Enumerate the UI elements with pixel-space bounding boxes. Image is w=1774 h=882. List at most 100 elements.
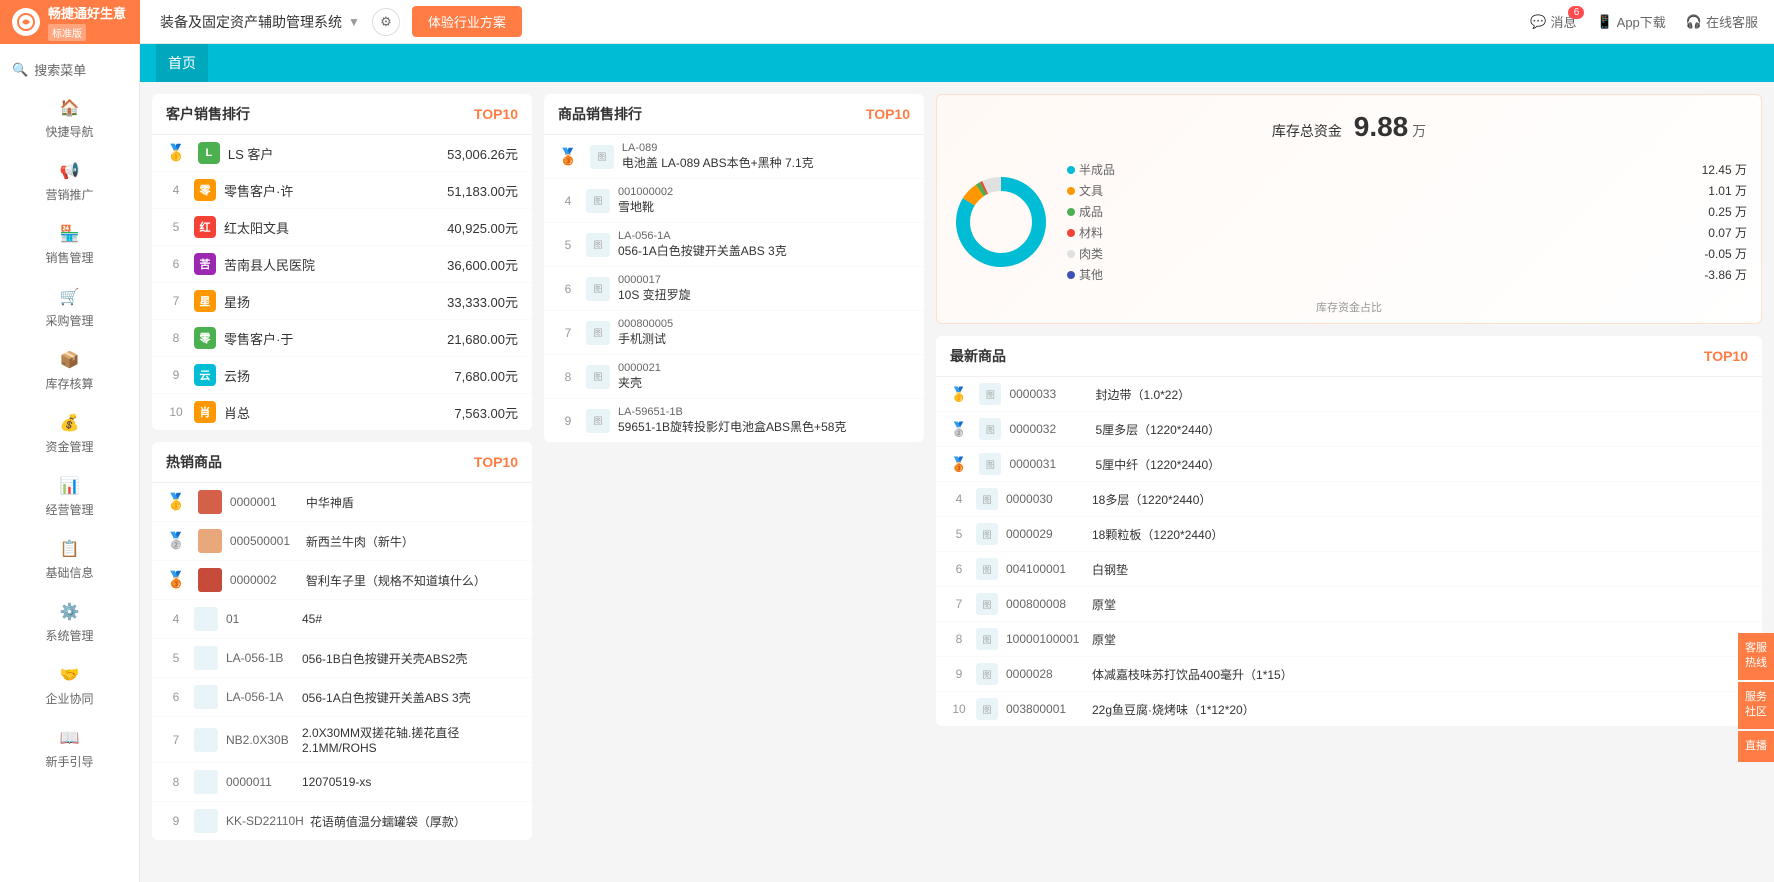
lp-name-2: 5厘多层（1220*2440） (1095, 421, 1220, 438)
lp-code-7: 000800008 (1006, 597, 1086, 611)
product-sales-title: 商品销售排行 (558, 104, 642, 124)
system-selector[interactable]: 装备及固定资产辅助管理系统 ▼ (160, 12, 360, 32)
inventory-card: 库存总资金 9.88 万 (936, 94, 1762, 324)
customer-badge-7: 星 (194, 290, 216, 312)
settings-icon[interactable]: ⚙ (372, 8, 400, 36)
message-icon: 💬 (1530, 14, 1546, 30)
customer-amount-5: 40,925.00元 (447, 218, 518, 237)
product-sales-ranking-header: 商品销售排行 TOP10 (544, 94, 924, 135)
inventory-chart-label: 库存资金占比 (1316, 302, 1382, 314)
lp-row-10: 10 图 003800001 22g鱼豆腐·烧烤味（1*12*20） (936, 692, 1762, 726)
ps-img-3: 图 (590, 145, 614, 169)
customer-amount-8: 21,680.00元 (447, 329, 518, 348)
sidebar-item-inventory[interactable]: 📦 库存核算 (0, 339, 139, 402)
product-sales-top10: TOP10 (866, 106, 910, 122)
lp-img-4: 图 (976, 488, 998, 510)
lp-row-5: 5 图 0000029 18颗粒板（1220*2440） (936, 517, 1762, 552)
top-header: 畅捷通好生意 标准版 装备及固定资产辅助管理系统 ▼ ⚙ 体验行业方案 💬 消息… (0, 0, 1774, 44)
customer-name-8: 零售客户·于 (224, 329, 447, 348)
sidebar-item-quick-nav[interactable]: 🏠 快捷导航 (0, 87, 139, 150)
float-live-btn[interactable]: 直播 (1738, 731, 1774, 762)
ps-name-4: 雪地靴 (618, 198, 910, 215)
sidebar-item-purchase[interactable]: 🛒 采购管理 (0, 276, 139, 339)
system-icon: ⚙️ (59, 601, 81, 623)
hot-product-img-7 (194, 728, 218, 752)
inventory-footer: 库存资金占比 (937, 299, 1761, 323)
hot-medal-3-icon: 🥉 (166, 570, 186, 590)
lp-name-7: 原堂 (1092, 596, 1116, 613)
search-menu[interactable]: 🔍 搜索菜单 (0, 52, 139, 87)
latest-products-top10: TOP10 (1704, 348, 1748, 364)
hot-product-img-5 (194, 646, 218, 670)
hot-product-code-8: 0000011 (226, 775, 296, 789)
legend-value-6: -3.86 万 (1704, 266, 1747, 283)
customer-amount-9: 7,680.00元 (454, 366, 518, 385)
hot-product-name-6: 056-1A白色按键开关盖ABS 3壳 (302, 689, 518, 706)
customer-rank-row-7: 7 星 星扬 33,333.00元 (152, 283, 532, 320)
sidebar-item-sales[interactable]: 🏪 销售管理 (0, 213, 139, 276)
sidebar-item-marketing[interactable]: 📢 营销推广 (0, 150, 139, 213)
lp-code-1: 0000033 (1009, 387, 1089, 401)
hot-product-row-5: 5 LA-056-1B 056-1B白色按键开关壳ABS2壳 (152, 639, 532, 678)
sidebar-item-system[interactable]: ⚙️ 系统管理 (0, 591, 139, 654)
hot-product-row-4: 4 01 45# (152, 600, 532, 639)
legend-item-6: 其他 -3.86 万 (1067, 264, 1747, 285)
lp-img-6: 图 (976, 558, 998, 580)
content-area: 首页 客户销售排行 TOP10 🥇 L (140, 44, 1774, 882)
hot-product-code-4: 01 (226, 612, 296, 626)
sidebar-label-operation: 经营管理 (45, 501, 93, 518)
trial-button[interactable]: 体验行业方案 (412, 6, 522, 37)
legend-item-5: 肉类 -0.05 万 (1067, 243, 1747, 264)
hot-product-name-3: 智利车子里（规格不知道填什么） (306, 572, 518, 589)
finance-icon: 💰 (59, 412, 81, 434)
product-sales-list: 🥉 图 LA-089 电池盖 LA-089 ABS本色+黑种 7.1克 4 (544, 135, 924, 442)
lp-code-10: 003800001 (1006, 702, 1086, 716)
header-right: 💬 消息 6 📱 App下载 🎧 在线客服 (1530, 12, 1758, 31)
legend-label-6: 其他 (1079, 266, 1103, 283)
ps-name-5: 056-1A白色按键开关盖ABS 3克 (618, 242, 910, 259)
legend-item-3: 成品 0.25 万 (1067, 201, 1747, 222)
ps-rank-9: 9 (558, 414, 578, 428)
hot-products-title: 热销商品 (166, 452, 222, 472)
lp-img-8: 图 (976, 628, 998, 650)
ps-row-8: 8 图 0000021 夹壳 (544, 355, 924, 399)
customer-amount-4: 51,183.00元 (447, 181, 518, 200)
left-column: 客户销售排行 TOP10 🥇 L LS 客户 53,006.26元 (152, 94, 532, 870)
hot-rank-9: 9 (166, 814, 186, 828)
home-tab[interactable]: 首页 (156, 44, 208, 82)
inventory-unit: 万 (1412, 123, 1426, 139)
float-community-btn[interactable]: 服务 社区 (1738, 682, 1774, 729)
legend-value-3: 0.25 万 (1708, 203, 1747, 220)
inventory-donut-chart (951, 172, 1051, 272)
customer-rank-row-4: 4 零 零售客户·许 51,183.00元 (152, 172, 532, 209)
sidebar-item-corp[interactable]: 🤝 企业协同 (0, 654, 139, 717)
customer-amount-7: 33,333.00元 (447, 292, 518, 311)
customer-name-4: 零售客户·许 (224, 181, 447, 200)
medal-gold-icon: 🥇 (166, 143, 186, 163)
hot-rank-8: 8 (166, 775, 186, 789)
sidebar-item-finance[interactable]: 💰 资金管理 (0, 402, 139, 465)
sidebar-item-guide[interactable]: 📖 新手引导 (0, 717, 139, 780)
app-download-button[interactable]: 📱 App下载 (1596, 12, 1665, 31)
ps-row-9: 9 图 LA-59651-1B 59651-1B旋转投影灯电池盒ABS黑色+58… (544, 399, 924, 442)
messages-button[interactable]: 💬 消息 6 (1530, 12, 1576, 31)
online-service-button[interactable]: 🎧 在线客服 (1686, 12, 1758, 31)
lp-img-9: 图 (976, 663, 998, 685)
sidebar-item-basic-info[interactable]: 📋 基础信息 (0, 528, 139, 591)
float-service-btn[interactable]: 客服 热线 (1738, 633, 1774, 680)
operation-icon: 📊 (59, 475, 81, 497)
sidebar-item-operation[interactable]: 📊 经营管理 (0, 465, 139, 528)
ps-code-7: 000800005 (618, 318, 910, 330)
latest-products-header: 最新商品 TOP10 (936, 336, 1762, 377)
ps-img-6: 图 (586, 277, 610, 301)
lp-row-1: 🥇 图 0000033 封边带（1.0*22） (936, 377, 1762, 412)
lp-name-4: 18多层（1220*2440） (1092, 491, 1211, 508)
hot-rank-4: 4 (166, 612, 186, 626)
hot-product-row-8: 8 0000011 12070519-xs (152, 763, 532, 802)
customer-ranking-title: 客户销售排行 (166, 104, 250, 124)
ps-name-9: 59651-1B旋转投影灯电池盒ABS黑色+58克 (618, 418, 910, 435)
ps-code-8: 0000021 (618, 362, 910, 374)
logo-area: 畅捷通好生意 标准版 (0, 0, 140, 44)
hot-product-row-1: 🥇 0000001 中华神盾 (152, 483, 532, 522)
middle-column: 商品销售排行 TOP10 🥉 图 LA-089 电池盖 LA-0 (544, 94, 924, 870)
